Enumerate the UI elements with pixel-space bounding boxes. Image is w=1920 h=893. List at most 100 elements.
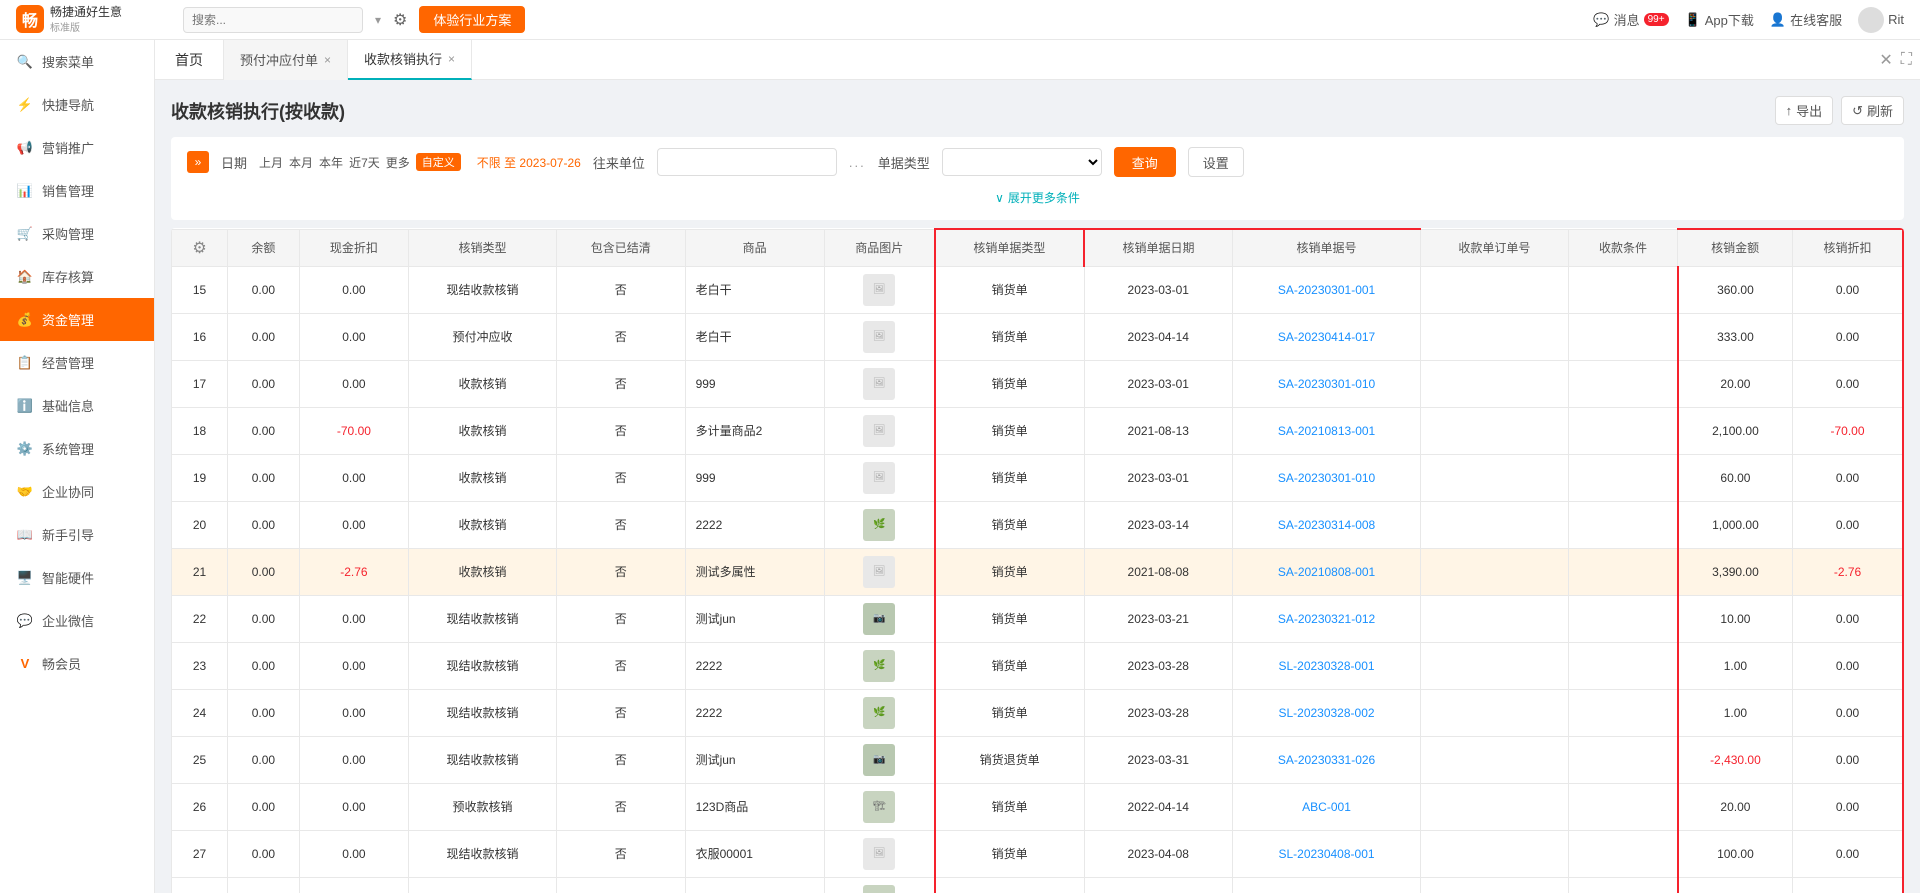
close-window-icon[interactable]: ✕: [1879, 50, 1892, 70]
gear-icon[interactable]: ⚙: [393, 10, 407, 30]
sidebar-item-purchase[interactable]: 🛒 采购管理: [0, 212, 154, 255]
product-image: 🖼: [863, 321, 895, 353]
sidebar-item-search[interactable]: 🔍 搜索菜单: [0, 40, 154, 83]
query-button[interactable]: 查询: [1114, 147, 1176, 177]
row-amount: 20.00: [1678, 783, 1793, 830]
row-bill-no[interactable]: ABC-001: [1233, 783, 1421, 830]
row-bill-no[interactable]: SL-20230328-002: [1233, 689, 1421, 736]
row-bill-type: 销货单: [935, 501, 1084, 548]
tab-writeoff[interactable]: 收款核销执行 ×: [348, 40, 472, 80]
maximize-icon[interactable]: ⛶: [1901, 51, 1912, 69]
table-row[interactable]: 18 0.00 -70.00 收款核销 否 多计量商品2 🖼 销货单 2021-…: [172, 407, 1904, 454]
tab-writeoff-close[interactable]: ×: [448, 52, 455, 66]
row-product-image: 🌿: [824, 877, 934, 893]
row-payment-cond: [1568, 360, 1678, 407]
user-profile[interactable]: Rit: [1858, 7, 1904, 33]
sidebar-item-system[interactable]: ⚙️ 系统管理: [0, 427, 154, 470]
row-amount: 20.00: [1678, 360, 1793, 407]
refresh-button[interactable]: ↺ 刷新: [1841, 96, 1904, 125]
row-bill-no[interactable]: SL-20230408-001: [1233, 830, 1421, 877]
tab-bar: 首页 预付冲应付单 × 收款核销执行 × ✕ ⛶: [155, 40, 1920, 80]
bill-type-select[interactable]: [942, 148, 1102, 176]
sidebar-item-hardware[interactable]: 🖥️ 智能硬件: [0, 556, 154, 599]
date-7days[interactable]: 近7天: [349, 154, 380, 171]
date-this-year[interactable]: 本年: [319, 154, 343, 171]
table-row[interactable]: 28 0.00 0.00 现结收款核销 否 2222 🌿 销货单 2023-04…: [172, 877, 1904, 893]
tab-prepayment[interactable]: 预付冲应付单 ×: [224, 40, 348, 80]
date-more[interactable]: 更多: [386, 154, 410, 171]
expand-more-button[interactable]: ∨ 展开更多条件: [187, 185, 1888, 210]
row-balance: 0.00: [228, 407, 299, 454]
sidebar-item-management[interactable]: 📋 经营管理: [0, 341, 154, 384]
counter-unit-input[interactable]: [657, 148, 837, 176]
main-layout: 🔍 搜索菜单 ⚡ 快捷导航 📢 营销推广 📊 销售管理 🛒 采购管理 🏠 库存核…: [0, 40, 1920, 893]
search-input[interactable]: [183, 7, 363, 33]
row-product: 999: [685, 360, 824, 407]
row-bill-no[interactable]: SA-20230301-001: [1233, 266, 1421, 313]
chevron-down-icon[interactable]: ▾: [375, 13, 381, 27]
date-custom[interactable]: 自定义: [416, 153, 461, 171]
row-bill-no[interactable]: SA-20230321-012: [1233, 595, 1421, 642]
row-bill-no[interactable]: SA-20230301-010: [1233, 360, 1421, 407]
app-download-button[interactable]: 📱 App下载: [1685, 10, 1754, 29]
table-row[interactable]: 15 0.00 0.00 现结收款核销 否 老白干 🖼 销货单 2023-03-…: [172, 266, 1904, 313]
sidebar-item-shortcut[interactable]: ⚡ 快捷导航: [0, 83, 154, 126]
online-service-button[interactable]: 👤 在线客服: [1770, 10, 1842, 29]
industry-solution-button[interactable]: 体验行业方案: [419, 6, 525, 33]
sidebar-item-member[interactable]: V 畅会员: [0, 642, 154, 685]
sidebar-item-wechat[interactable]: 💬 企业微信: [0, 599, 154, 642]
date-this-month[interactable]: 本月: [289, 154, 313, 171]
table-row[interactable]: 20 0.00 0.00 收款核销 否 2222 🌿 销货单 2023-03-1…: [172, 501, 1904, 548]
col-gear[interactable]: ⚙: [172, 229, 228, 266]
product-image: 🏗: [863, 791, 895, 823]
sidebar-item-inventory[interactable]: 🏠 库存核算: [0, 255, 154, 298]
sidebar-label-shortcut: 快捷导航: [42, 95, 94, 114]
row-bill-no[interactable]: SL-20230418-001: [1233, 877, 1421, 893]
table-row[interactable]: 17 0.00 0.00 收款核销 否 999 🖼 销货单 2023-03-01…: [172, 360, 1904, 407]
row-order-no: [1421, 595, 1569, 642]
sidebar-label-guide: 新手引导: [42, 525, 94, 544]
row-bill-no[interactable]: SA-20210813-001: [1233, 407, 1421, 454]
table-row[interactable]: 22 0.00 0.00 现结收款核销 否 测试jun 📷 销货单 2023-0…: [172, 595, 1904, 642]
product-image: 🌿: [863, 697, 895, 729]
sidebar-item-sales[interactable]: 📊 销售管理: [0, 169, 154, 212]
tab-prepayment-close[interactable]: ×: [324, 53, 331, 67]
table-row[interactable]: 23 0.00 0.00 现结收款核销 否 2222 🌿 销货单 2023-03…: [172, 642, 1904, 689]
row-amount: 2,100.00: [1678, 407, 1793, 454]
row-balance: 0.00: [228, 548, 299, 595]
row-discount: 0.00: [1793, 313, 1903, 360]
row-bill-no[interactable]: SA-20230414-017: [1233, 313, 1421, 360]
row-payment-cond: [1568, 830, 1678, 877]
table-row[interactable]: 25 0.00 0.00 现结收款核销 否 测试jun 📷 销货退货单 2023…: [172, 736, 1904, 783]
sidebar-item-guide[interactable]: 📖 新手引导: [0, 513, 154, 556]
row-bill-no[interactable]: SL-20230328-001: [1233, 642, 1421, 689]
row-discount: 0.00: [1793, 783, 1903, 830]
sidebar-item-finance[interactable]: 💰 资金管理: [0, 298, 154, 341]
table-row[interactable]: 24 0.00 0.00 现结收款核销 否 2222 🌿 销货单 2023-03…: [172, 689, 1904, 736]
table-row[interactable]: 26 0.00 0.00 预收款核销 否 123D商品 🏗 销货单 2022-0…: [172, 783, 1904, 830]
row-bill-no[interactable]: SA-20230331-026: [1233, 736, 1421, 783]
table-row[interactable]: 27 0.00 0.00 现结收款核销 否 衣服00001 🖼 销货单 2023…: [172, 830, 1904, 877]
row-payment-cond: [1568, 548, 1678, 595]
table-scroll[interactable]: ⚙ 余额 现金折扣 核销类型 包含已结清 商品 商品图片 核销单据类型 核销单据…: [171, 228, 1904, 893]
marketing-icon: 📢: [16, 139, 34, 157]
date-last-month[interactable]: 上月: [259, 154, 283, 171]
row-bill-no[interactable]: SA-20210808-001: [1233, 548, 1421, 595]
tab-home[interactable]: 首页: [155, 40, 224, 80]
shortcut-icon: ⚡: [16, 96, 34, 114]
message-button[interactable]: 💬 消息 99+: [1593, 10, 1668, 29]
tab-writeoff-label: 收款核销执行: [364, 49, 442, 68]
table-row[interactable]: 16 0.00 0.00 预付冲应收 否 老白干 🖼 销货单 2023-04-1…: [172, 313, 1904, 360]
row-bill-type: 销货单: [935, 877, 1084, 893]
row-included: 否: [556, 736, 685, 783]
settings-button[interactable]: 设置: [1188, 147, 1244, 177]
table-row[interactable]: 19 0.00 0.00 收款核销 否 999 🖼 销货单 2023-03-01…: [172, 454, 1904, 501]
sidebar-item-marketing[interactable]: 📢 营销推广: [0, 126, 154, 169]
table-row[interactable]: 21 0.00 -2.76 收款核销 否 测试多属性 🖼 销货单 2021-08…: [172, 548, 1904, 595]
row-bill-no[interactable]: SA-20230314-008: [1233, 501, 1421, 548]
row-bill-no[interactable]: SA-20230301-010: [1233, 454, 1421, 501]
sidebar-item-basic[interactable]: ℹ️ 基础信息: [0, 384, 154, 427]
export-button[interactable]: ↑ 导出: [1775, 96, 1834, 125]
sidebar-item-collab[interactable]: 🤝 企业协同: [0, 470, 154, 513]
filter-toggle-button[interactable]: »: [187, 151, 209, 173]
